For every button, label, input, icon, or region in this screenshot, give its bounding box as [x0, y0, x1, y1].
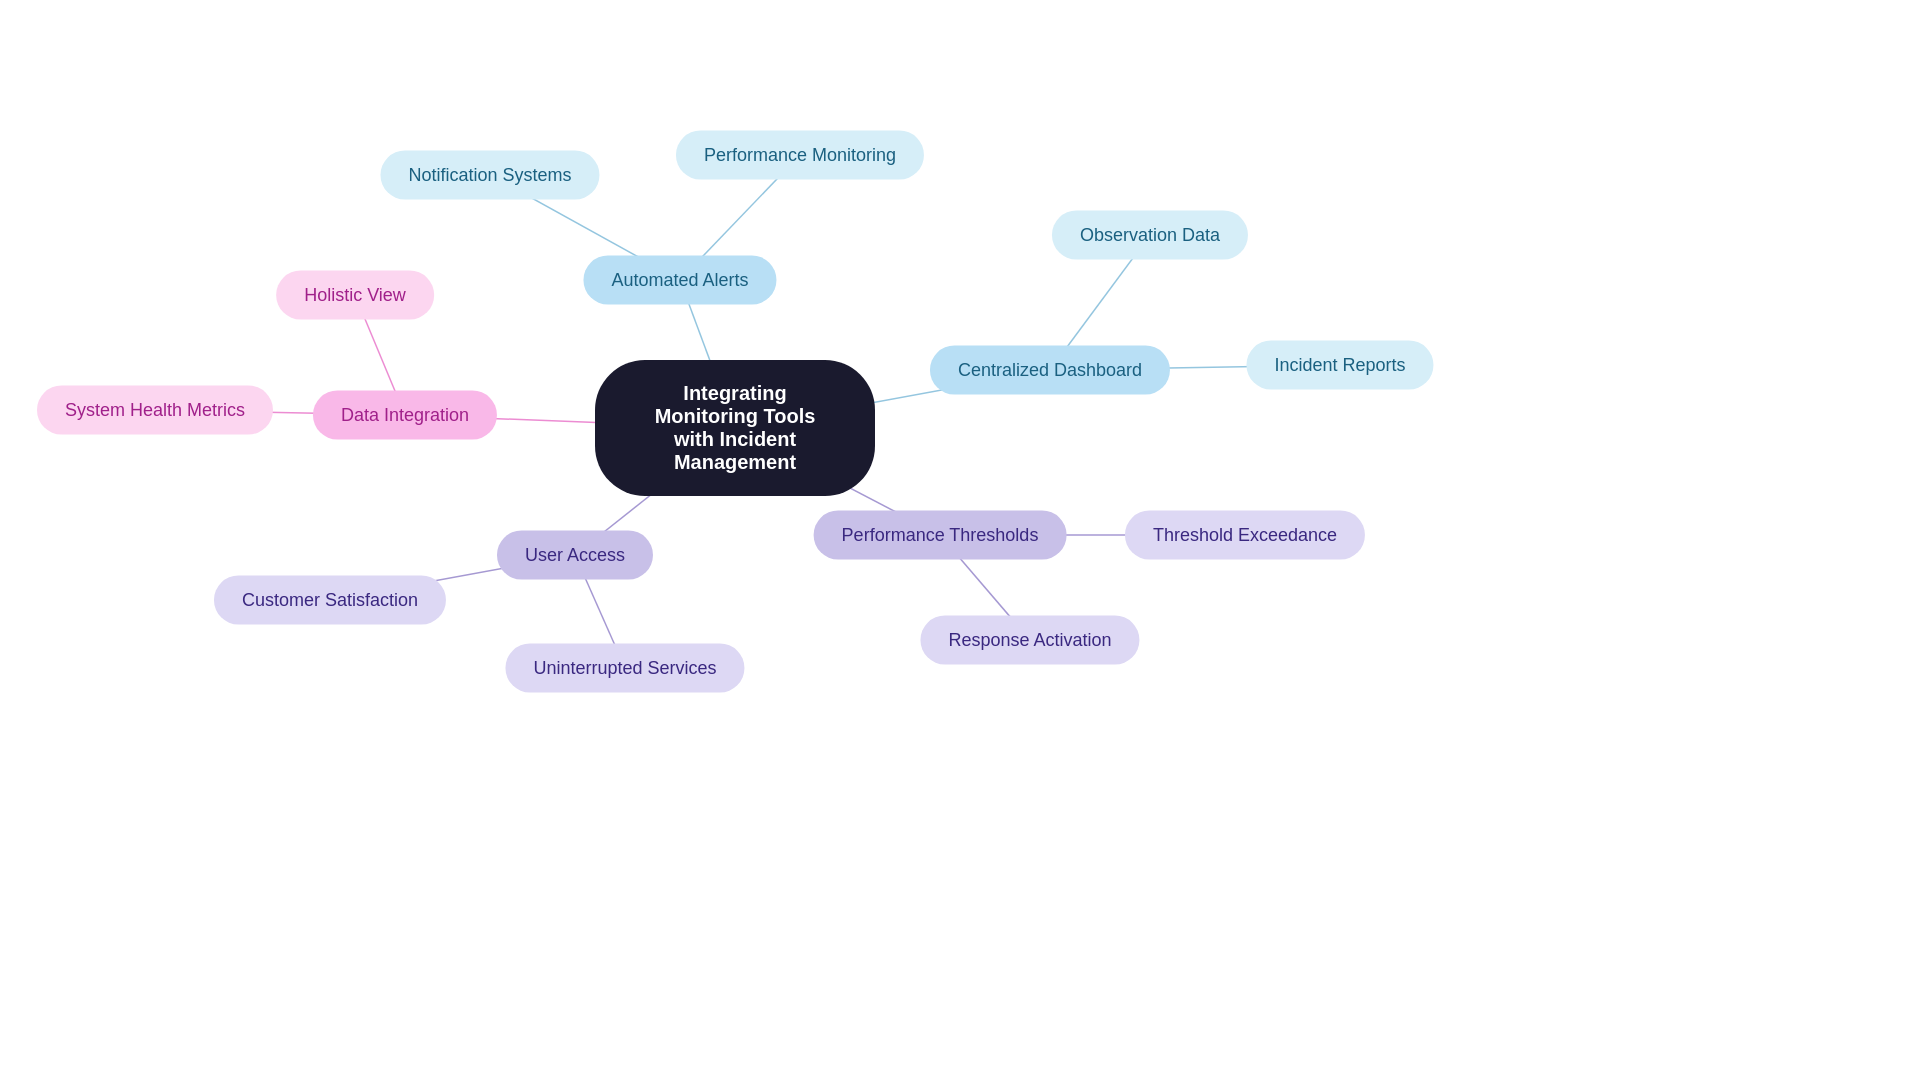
observation-data-node: Observation Data — [1052, 211, 1248, 260]
performance-thresholds-node: Performance Thresholds — [814, 511, 1067, 560]
incident-reports-node: Incident Reports — [1246, 341, 1433, 390]
mind-map-canvas: Integrating Monitoring Tools with Incide… — [0, 0, 1920, 1083]
system-health-metrics-node: System Health Metrics — [37, 386, 273, 435]
centralized-dashboard-node: Centralized Dashboard — [930, 346, 1170, 395]
performance-monitoring-node: Performance Monitoring — [676, 131, 924, 180]
data-integration-node: Data Integration — [313, 391, 497, 440]
holistic-view-node: Holistic View — [276, 271, 434, 320]
response-activation-node: Response Activation — [920, 616, 1139, 665]
user-access-node: User Access — [497, 531, 653, 580]
uninterrupted-services-node: Uninterrupted Services — [505, 644, 744, 693]
notification-systems-node: Notification Systems — [380, 151, 599, 200]
center-node: Integrating Monitoring Tools with Incide… — [595, 360, 875, 496]
threshold-exceedance-node: Threshold Exceedance — [1125, 511, 1365, 560]
customer-satisfaction-node: Customer Satisfaction — [214, 576, 446, 625]
automated-alerts-node: Automated Alerts — [583, 256, 776, 305]
